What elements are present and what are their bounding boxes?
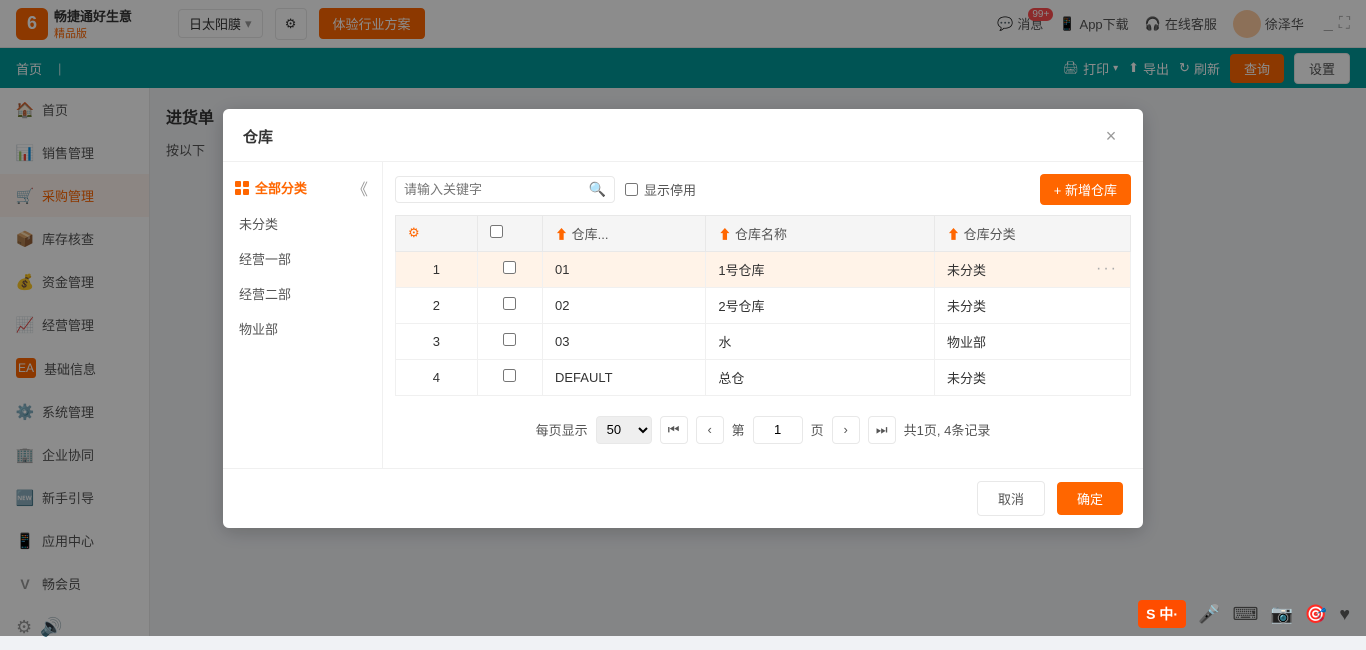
keyboard-icon[interactable]: ⌨: [1232, 604, 1258, 625]
first-page-btn[interactable]: ⏮: [660, 416, 688, 444]
modal-title: 仓库: [243, 126, 273, 147]
row-num: 3: [396, 323, 478, 359]
row-category: 未分类 ···: [934, 251, 1130, 287]
table-row[interactable]: 1 01 1号仓库 未分类 ···: [396, 251, 1131, 287]
row-category: 未分类: [934, 287, 1130, 323]
last-page-btn[interactable]: ⏭: [868, 416, 896, 444]
per-page-select[interactable]: 50 20 100: [596, 416, 652, 444]
category-unclassified[interactable]: 未分类: [223, 206, 382, 241]
row-code: 02: [542, 287, 705, 323]
row-code: 01: [542, 251, 705, 287]
col-header-gear: ⚙: [396, 215, 478, 251]
row-num: 4: [396, 359, 478, 395]
app-bottom-bar: S 中· 🎤 ⌨ 📷 🎯 ♥: [1122, 592, 1366, 636]
all-categories-text: 全部分类: [255, 178, 307, 197]
row-code: DEFAULT: [542, 359, 705, 395]
modal-header: 仓库 ×: [223, 109, 1143, 162]
row-checkbox-cell[interactable]: [477, 359, 542, 395]
row-checkbox[interactable]: [503, 369, 516, 382]
row-num: 2: [396, 287, 478, 323]
warehouse-modal: 仓库 × 全部分类 《: [223, 109, 1143, 528]
category-ops1[interactable]: 经营一部: [223, 241, 382, 276]
prev-page-btn[interactable]: ‹: [696, 416, 724, 444]
col-header-name[interactable]: ⬆ 仓库名称: [706, 215, 935, 251]
row-name: 水: [706, 323, 935, 359]
search-input-wrap[interactable]: 🔍: [395, 176, 615, 203]
row-code: 03: [542, 323, 705, 359]
grid-icon: [235, 181, 249, 195]
row-checkbox-cell[interactable]: [477, 251, 542, 287]
warehouse-table: ⚙ ⬆ 仓库... ⬆ 仓库名称 ⬆ 仓库分类 1 01: [395, 215, 1131, 396]
category-sidebar: 全部分类 《 未分类 经营一部 经营二部 物业部: [223, 162, 383, 468]
table-row[interactable]: 2 02 2号仓库 未分类: [396, 287, 1131, 323]
pagination: 每页显示 50 20 100 ⏮ ‹ 第 页 › ⏭ 共1页, 4条记录: [395, 404, 1131, 456]
row-checkbox[interactable]: [503, 297, 516, 310]
row-checkbox[interactable]: [503, 261, 516, 274]
show-disabled-text: 显示停用: [644, 180, 696, 199]
col-header-code[interactable]: ⬆ 仓库...: [542, 215, 705, 251]
col-header-category[interactable]: ⬆ 仓库分类: [934, 215, 1130, 251]
confirm-button[interactable]: 确定: [1057, 482, 1123, 515]
table-area: 🔍 显示停用 + 新增仓库 ⚙: [383, 162, 1143, 468]
category-ops2[interactable]: 经营二部: [223, 276, 382, 311]
all-categories-label[interactable]: 全部分类: [235, 178, 307, 197]
table-row[interactable]: 4 DEFAULT 总仓 未分类: [396, 359, 1131, 395]
search-icon[interactable]: 🔍: [589, 181, 606, 198]
row-category: 物业部: [934, 323, 1130, 359]
page-input[interactable]: [753, 416, 803, 444]
table-row[interactable]: 3 03 水 物业部: [396, 323, 1131, 359]
row-checkbox-cell[interactable]: [477, 287, 542, 323]
modal-footer: 取消 确定: [223, 468, 1143, 528]
cancel-button[interactable]: 取消: [977, 481, 1045, 516]
page-unit: 页: [811, 420, 824, 439]
mic-icon[interactable]: 🎤: [1198, 604, 1220, 625]
row-name: 1号仓库: [706, 251, 935, 287]
collapse-button[interactable]: 《: [350, 178, 370, 198]
modal-body: 全部分类 《 未分类 经营一部 经营二部 物业部 🔍: [223, 162, 1143, 468]
row-name: 2号仓库: [706, 287, 935, 323]
modal-overlay: 仓库 × 全部分类 《: [0, 0, 1366, 636]
select-all-checkbox[interactable]: [490, 225, 503, 238]
camera-icon[interactable]: 📷: [1270, 604, 1292, 625]
row-checkbox[interactable]: [503, 333, 516, 346]
table-toolbar: 🔍 显示停用 + 新增仓库: [395, 174, 1131, 205]
row-name: 总仓: [706, 359, 935, 395]
show-disabled-label[interactable]: 显示停用: [625, 180, 696, 199]
row-num: 1: [396, 251, 478, 287]
per-page-label: 每页显示: [536, 420, 588, 439]
add-warehouse-button[interactable]: + 新增仓库: [1040, 174, 1131, 205]
target-icon[interactable]: 🎯: [1305, 604, 1327, 625]
row-category: 未分类: [934, 359, 1130, 395]
search-input[interactable]: [404, 182, 589, 197]
row-actions-menu[interactable]: ···: [1096, 260, 1118, 278]
col-header-checkbox: [477, 215, 542, 251]
modal-close-button[interactable]: ×: [1099, 125, 1123, 149]
show-disabled-checkbox[interactable]: [625, 183, 638, 196]
category-property[interactable]: 物业部: [223, 311, 382, 346]
heart-icon[interactable]: ♥: [1339, 604, 1350, 625]
category-header: 全部分类 《: [223, 170, 382, 206]
total-info: 共1页, 4条记录: [904, 420, 991, 439]
page-label: 第: [732, 420, 745, 439]
bottom-logo: S 中·: [1138, 600, 1186, 628]
next-page-btn[interactable]: ›: [832, 416, 860, 444]
row-checkbox-cell[interactable]: [477, 323, 542, 359]
